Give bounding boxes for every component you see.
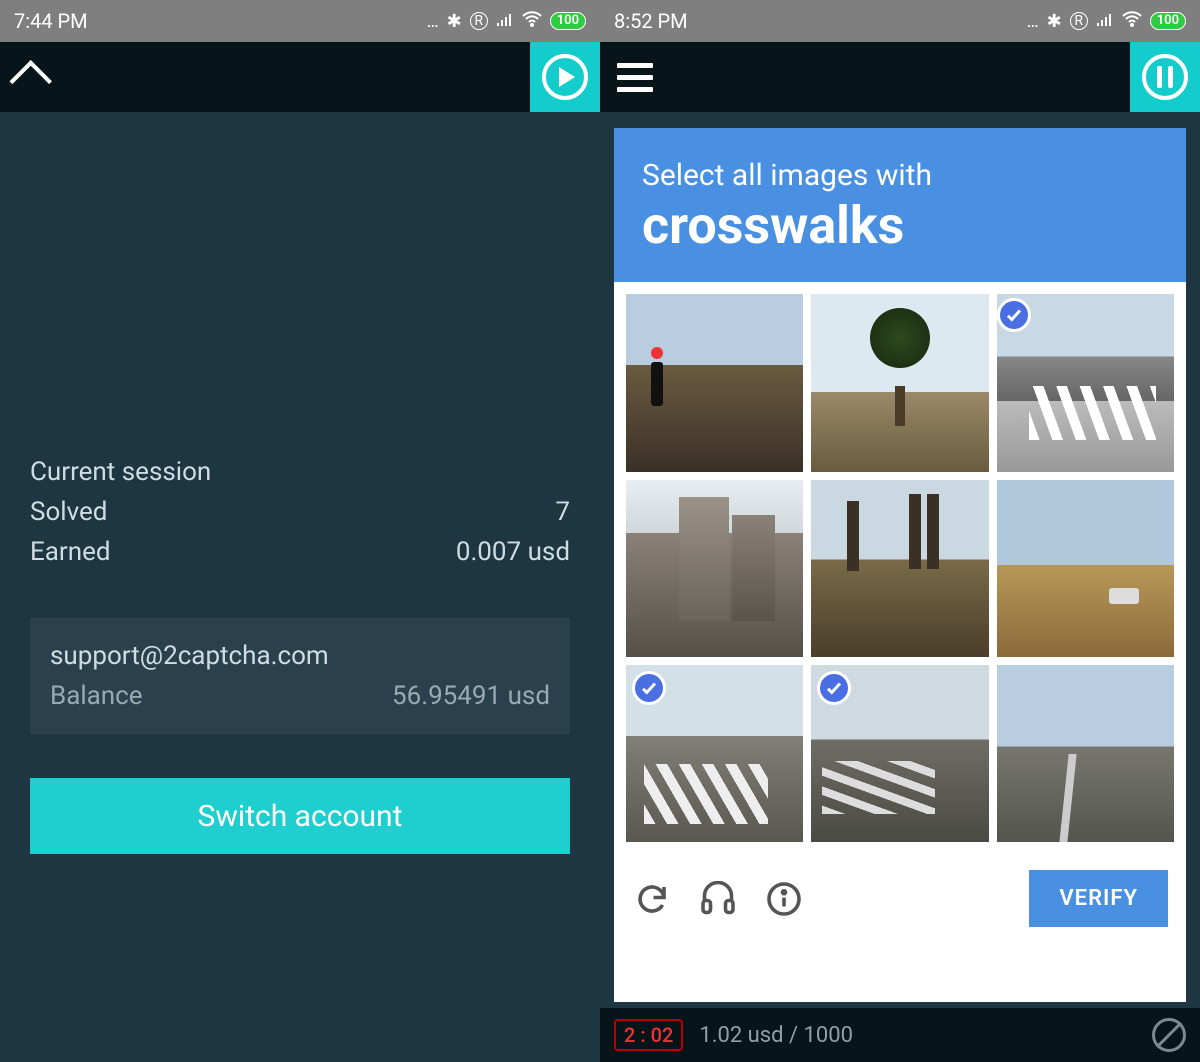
captcha-instruction-line1: Select all images with	[642, 158, 1158, 193]
pause-button[interactable]	[1130, 42, 1200, 112]
captcha-card: Select all images with crosswalks VERIFY	[614, 128, 1186, 1002]
status-time: 8:52 PM	[614, 9, 688, 33]
solved-value: 7	[555, 492, 570, 532]
bottom-stats-bar: 2 : 02 1.02 usd / 1000	[600, 1008, 1200, 1062]
account-box: support@2captcha.com Balance 56.95491 us…	[30, 618, 570, 734]
signal-icon	[496, 11, 514, 32]
audio-button[interactable]	[698, 879, 738, 919]
captcha-tile-image	[997, 665, 1174, 842]
battery-icon: 100	[1150, 12, 1186, 30]
bluetooth-icon: ✱	[447, 11, 462, 32]
tile-crosswalk-corner[interactable]	[626, 665, 803, 842]
collapse-button[interactable]	[0, 42, 70, 112]
tile-highway[interactable]	[997, 665, 1174, 842]
account-screen: Current session Solved 7 Earned 0.007 us…	[0, 112, 600, 1062]
more-icon: …	[1027, 11, 1039, 32]
battery-icon: 100	[550, 12, 586, 30]
check-icon	[817, 671, 851, 705]
status-bar: 7:44 PM … ✱ R 100	[0, 0, 600, 42]
chevron-up-icon	[10, 60, 52, 102]
tile-crosswalk-wide[interactable]	[811, 665, 988, 842]
app-bar	[600, 42, 1200, 112]
check-icon	[632, 671, 666, 705]
captcha-instruction-line2: crosswalks	[642, 197, 1158, 254]
balance-value: 56.95491 usd	[392, 676, 550, 716]
earned-value: 0.007 usd	[456, 532, 570, 572]
solved-label: Solved	[30, 492, 107, 532]
tile-city-buildings[interactable]	[626, 480, 803, 657]
tile-dry-field[interactable]	[997, 480, 1174, 657]
captcha-tile-image	[626, 294, 803, 471]
captcha-tile-image	[997, 480, 1174, 657]
skip-button[interactable]	[1152, 1018, 1186, 1052]
menu-button[interactable]	[600, 42, 670, 112]
r-icon: R	[1070, 12, 1088, 30]
signal-icon	[1096, 11, 1114, 32]
session-heading: Current session	[30, 452, 211, 492]
switch-account-button[interactable]: Switch account	[30, 778, 570, 854]
timer: 2 : 02	[614, 1019, 683, 1051]
tile-traffic-light[interactable]	[626, 294, 803, 471]
tile-crosswalk-cars[interactable]	[997, 294, 1174, 471]
app-bar	[0, 42, 600, 112]
account-email: support@2captcha.com	[50, 636, 329, 676]
more-icon: …	[427, 11, 439, 32]
captcha-screen: Select all images with crosswalks VERIFY…	[600, 112, 1200, 1062]
tile-palm-tree[interactable]	[811, 294, 988, 471]
phone-left: 7:44 PM … ✱ R 100 Current session So	[0, 0, 600, 1062]
captcha-tile-image	[626, 480, 803, 657]
r-icon: R	[470, 12, 488, 30]
status-icons: … ✱ R 100	[1027, 11, 1186, 32]
reload-button[interactable]	[632, 879, 672, 919]
rate-value: 1.02 usd / 1000	[699, 1023, 853, 1048]
info-button[interactable]	[764, 879, 804, 919]
captcha-tile-image	[811, 480, 988, 657]
wifi-icon	[522, 11, 542, 32]
status-bar: 8:52 PM … ✱ R 100	[600, 0, 1200, 42]
status-time: 7:44 PM	[14, 9, 88, 33]
play-button[interactable]	[530, 42, 600, 112]
pause-icon	[1142, 54, 1188, 100]
balance-label: Balance	[50, 676, 143, 716]
status-icons: … ✱ R 100	[427, 11, 586, 32]
captcha-grid	[614, 282, 1186, 854]
phone-right: 8:52 PM … ✱ R 100 Select all images with	[600, 0, 1200, 1062]
verify-button[interactable]: VERIFY	[1029, 870, 1168, 927]
captcha-tile-image	[811, 294, 988, 471]
tile-palm-street[interactable]	[811, 480, 988, 657]
captcha-header: Select all images with crosswalks	[614, 128, 1186, 282]
bluetooth-icon: ✱	[1047, 11, 1062, 32]
play-icon	[542, 54, 588, 100]
hamburger-icon	[617, 63, 653, 92]
captcha-footer: VERIFY	[614, 854, 1186, 947]
earned-label: Earned	[30, 532, 111, 572]
wifi-icon	[1122, 11, 1142, 32]
check-icon	[997, 298, 1031, 332]
